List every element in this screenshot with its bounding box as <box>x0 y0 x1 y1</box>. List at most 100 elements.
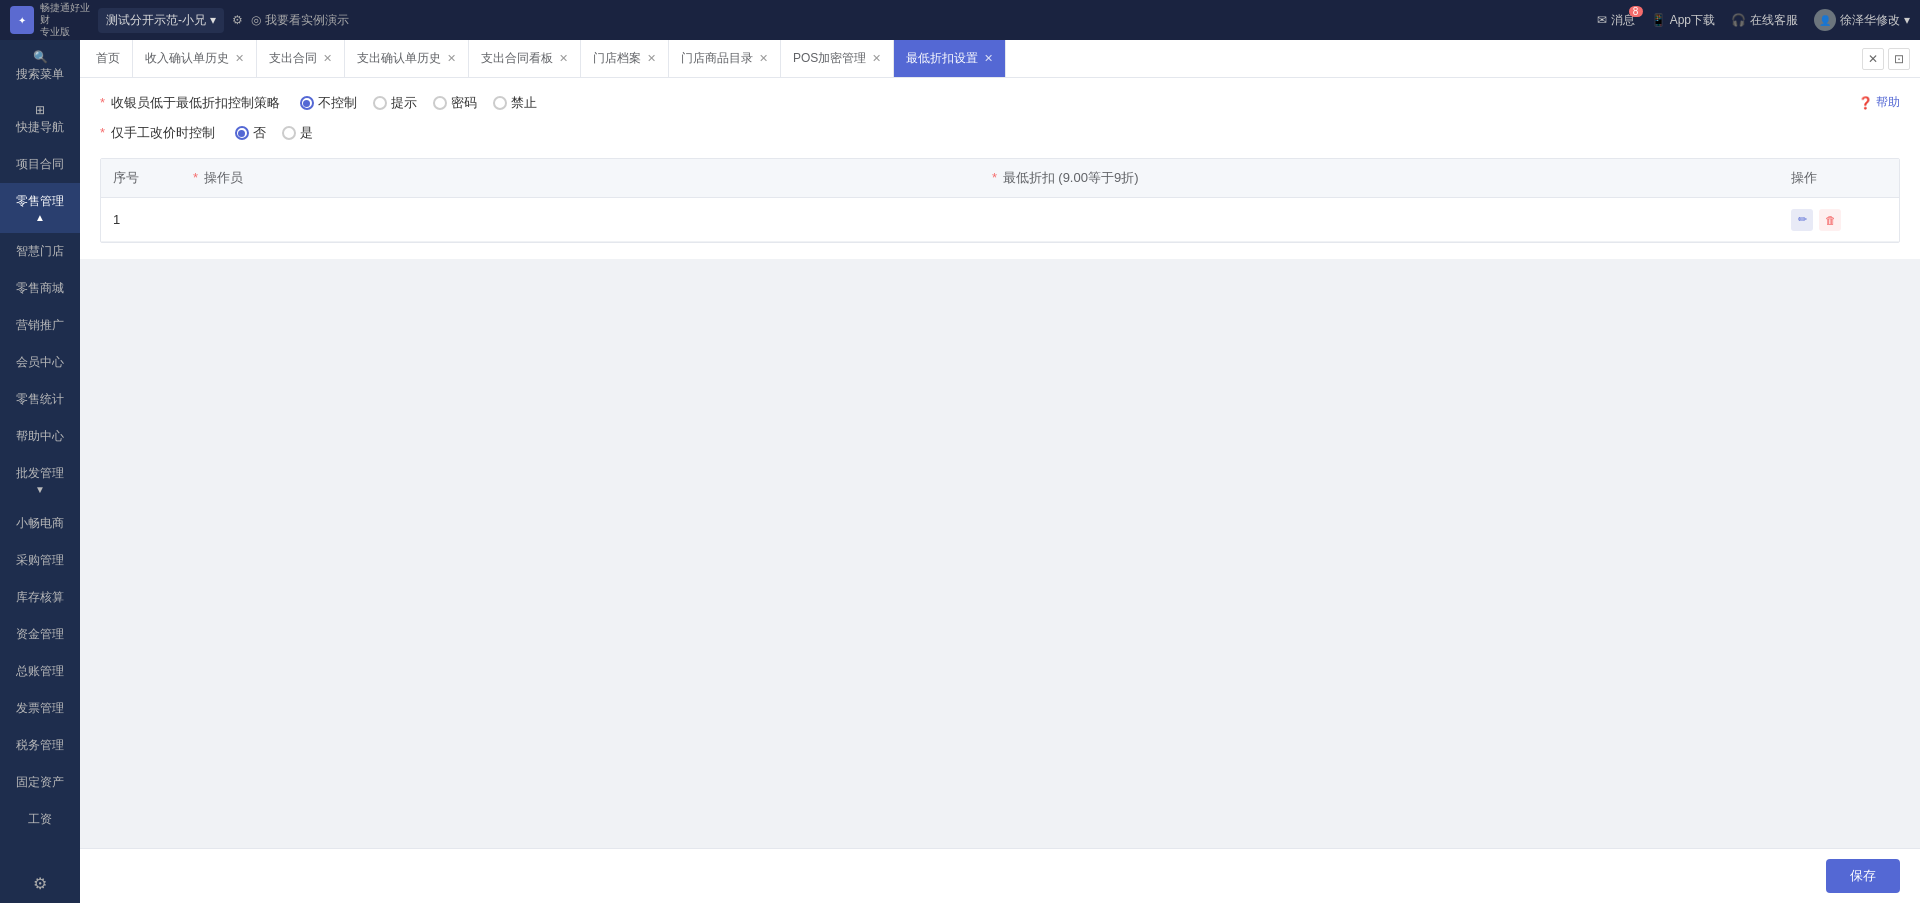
tab-close-contract[interactable]: ✕ <box>323 52 332 65</box>
tab-close-store-file[interactable]: ✕ <box>647 52 656 65</box>
avatar: 👤 <box>1814 9 1836 31</box>
top-bar-left: ✦ 畅捷通好业财 专业版 测试分开示范-小兄 ▾ ⚙ ◎ 我要看实例演示 <box>10 2 1597 38</box>
sidebar-item-member[interactable]: 会员中心 <box>0 344 80 381</box>
form-row-2: * 仅手工改价时控制 否 是 <box>100 124 1900 142</box>
radio-circle-password <box>433 96 447 110</box>
sidebar-item-help[interactable]: 帮助中心 <box>0 418 80 455</box>
settings-button[interactable]: ⚙ <box>0 864 80 903</box>
radio-circle-yes <box>282 126 296 140</box>
app-download-button[interactable]: 📱 App下载 <box>1651 12 1715 29</box>
cell-actions-1: ✏ 🗑 <box>1779 198 1899 241</box>
sidebar-item-assets[interactable]: 固定资产 <box>0 764 80 801</box>
demo-link[interactable]: ◎ 我要看实例演示 <box>251 12 349 29</box>
sidebar-item-marketing[interactable]: 营销推广 <box>0 307 80 344</box>
sidebar-item-ecommerce[interactable]: 小畅电商 <box>0 505 80 542</box>
chevron-up-icon: ▲ <box>35 212 45 223</box>
chevron-down-icon: ▾ <box>210 13 216 27</box>
sidebar-item-search[interactable]: 🔍 搜索菜单 <box>0 40 80 93</box>
radio-no-control[interactable]: 不控制 <box>300 94 357 112</box>
sidebar-item-purchase[interactable]: 采购管理 <box>0 542 80 579</box>
tab-close-store-product[interactable]: ✕ <box>759 52 768 65</box>
message-icon: ✉ <box>1597 13 1607 27</box>
cell-discount-1[interactable] <box>980 198 1779 241</box>
chevron-down-icon: ▾ <box>1904 13 1910 27</box>
sidebar-item-wholesale[interactable]: 批发管理 ▼ <box>0 455 80 505</box>
save-button[interactable]: 保存 <box>1826 859 1900 893</box>
close-tab-button[interactable]: ✕ <box>1862 48 1884 70</box>
gear-icon: ⚙ <box>33 875 47 892</box>
logo-area: ✦ 畅捷通好业财 专业版 <box>10 2 90 38</box>
sidebar-item-stats[interactable]: 零售统计 <box>0 381 80 418</box>
sidebar-item-tax[interactable]: 税务管理 <box>0 727 80 764</box>
tab-store-file[interactable]: 门店档案 ✕ <box>581 40 669 78</box>
tab-payment-board[interactable]: 支出合同看板 ✕ <box>469 40 581 78</box>
radio-circle-no-control <box>300 96 314 110</box>
tab-close-min-discount[interactable]: ✕ <box>984 52 993 65</box>
headset-icon: 🎧 <box>1731 13 1746 27</box>
sidebar-item-invoice[interactable]: 发票管理 <box>0 690 80 727</box>
sidebar-item-quick[interactable]: ⊞ 快捷导航 <box>0 93 80 146</box>
sidebar-item-finance[interactable]: 资金管理 <box>0 616 80 653</box>
cell-operator-1[interactable] <box>181 198 980 241</box>
main-layout: 🔍 搜索菜单 ⊞ 快捷导航 项目合同 零售管理 ▲ 智慧门店 零售商城 营销推广… <box>0 40 1920 903</box>
top-bar-right: ✉ 消息 8 📱 App下载 🎧 在线客服 👤 徐泽华修改 ▾ <box>1597 9 1910 31</box>
form-row-1: * 收银员低于最低折扣控制策略 不控制 提示 <box>100 94 1900 112</box>
page-footer: 保存 <box>80 848 1920 903</box>
settings-icon-top[interactable]: ⚙ <box>232 13 243 27</box>
sidebar-item-project[interactable]: 项目合同 <box>0 146 80 183</box>
page-content: ❓ 帮助 * 收银员低于最低折扣控制策略 不控制 <box>80 78 1920 848</box>
tab-income[interactable]: 收入确认单历史 ✕ <box>133 40 257 78</box>
radio-password[interactable]: 密码 <box>433 94 477 112</box>
radio-group-2: 否 是 <box>235 124 313 142</box>
tab-actions: ✕ ⊡ <box>1856 48 1916 70</box>
table-row: 1 ✏ 🗑 <box>101 198 1899 242</box>
col-min-discount: * 最低折扣 (9.00等于9折) <box>980 159 1779 197</box>
tab-contract[interactable]: 支出合同 ✕ <box>257 40 345 78</box>
sidebar-item-ledger[interactable]: 总账管理 <box>0 653 80 690</box>
sidebar-item-retail[interactable]: 零售管理 ▲ <box>0 183 80 233</box>
tab-close-payment-board[interactable]: ✕ <box>559 52 568 65</box>
radio-yes[interactable]: 是 <box>282 124 313 142</box>
sidebar-item-mall[interactable]: 零售商城 <box>0 270 80 307</box>
operator-table: 序号 * 操作员 * 最低折扣 (9.00等于9折) 操作 1 <box>100 158 1900 243</box>
help-link[interactable]: ❓ 帮助 <box>1858 94 1900 111</box>
content-area: 首页 收入确认单历史 ✕ 支出合同 ✕ 支出确认单历史 ✕ 支出合同看板 ✕ 门… <box>80 40 1920 903</box>
tab-close-income[interactable]: ✕ <box>235 52 244 65</box>
tab-close-payment-confirm[interactable]: ✕ <box>447 52 456 65</box>
tab-store-product[interactable]: 门店商品目录 ✕ <box>669 40 781 78</box>
table-header: 序号 * 操作员 * 最低折扣 (9.00等于9折) 操作 <box>101 159 1899 198</box>
radio-no[interactable]: 否 <box>235 124 266 142</box>
grid-icon: ⊞ <box>35 103 45 117</box>
expand-tab-button[interactable]: ⊡ <box>1888 48 1910 70</box>
radio-circle-forbid <box>493 96 507 110</box>
col-actions: 操作 <box>1779 159 1899 197</box>
tab-payment-confirm[interactable]: 支出确认单历史 ✕ <box>345 40 469 78</box>
page-card: ❓ 帮助 * 收银员低于最低折扣控制策略 不控制 <box>80 78 1920 259</box>
message-badge: 8 <box>1629 6 1643 17</box>
sidebar-item-inventory[interactable]: 库存核算 <box>0 579 80 616</box>
phone-icon: 📱 <box>1651 13 1666 27</box>
tab-pos-mgr[interactable]: POS加密管理 ✕ <box>781 40 894 78</box>
search-icon: 🔍 <box>33 50 48 64</box>
col-seq: 序号 <box>101 159 181 197</box>
radio-hint[interactable]: 提示 <box>373 94 417 112</box>
tab-home[interactable]: 首页 <box>84 40 133 78</box>
sidebar-item-salary[interactable]: 工资 <box>0 801 80 838</box>
radio-forbid[interactable]: 禁止 <box>493 94 537 112</box>
project-selector[interactable]: 测试分开示范-小兄 ▾ <box>98 8 224 33</box>
edit-row-button[interactable]: ✏ <box>1791 209 1813 231</box>
top-bar: ✦ 畅捷通好业财 专业版 测试分开示范-小兄 ▾ ⚙ ◎ 我要看实例演示 ✉ 消… <box>0 0 1920 40</box>
form-label-1: * 收银员低于最低折扣控制策略 <box>100 94 280 112</box>
sidebar-item-smart[interactable]: 智慧门店 <box>0 233 80 270</box>
message-button[interactable]: ✉ 消息 8 <box>1597 12 1635 29</box>
user-menu[interactable]: 👤 徐泽华修改 ▾ <box>1814 9 1910 31</box>
radio-group-1: 不控制 提示 密码 禁止 <box>300 94 537 112</box>
online-service-button[interactable]: 🎧 在线客服 <box>1731 12 1798 29</box>
tab-min-discount[interactable]: 最低折扣设置 ✕ <box>894 40 1006 78</box>
logo-text: 畅捷通好业财 专业版 <box>40 2 90 38</box>
tab-close-pos-mgr[interactable]: ✕ <box>872 52 881 65</box>
radio-circle-hint <box>373 96 387 110</box>
cell-seq-1: 1 <box>101 198 181 241</box>
sidebar: 🔍 搜索菜单 ⊞ 快捷导航 项目合同 零售管理 ▲ 智慧门店 零售商城 营销推广… <box>0 40 80 903</box>
delete-row-button[interactable]: 🗑 <box>1819 209 1841 231</box>
